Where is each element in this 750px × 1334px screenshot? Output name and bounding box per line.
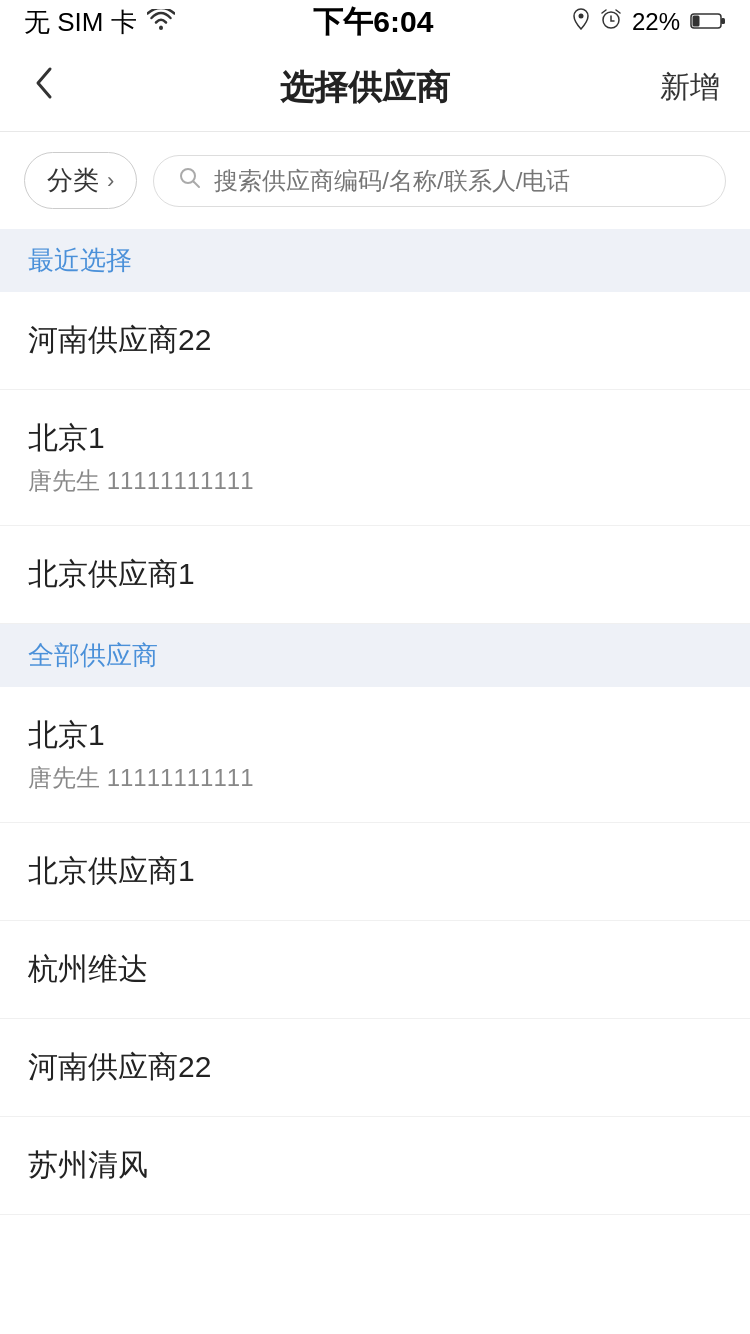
item-name: 北京供应商1 — [28, 554, 722, 595]
item-sub: 唐先生 11111111111 — [28, 465, 722, 497]
list-item[interactable]: 北京1 唐先生 11111111111 — [0, 390, 750, 526]
item-name: 北京1 — [28, 418, 722, 459]
item-name: 杭州维达 — [28, 949, 722, 990]
svg-point-0 — [159, 26, 163, 30]
add-button[interactable]: 新增 — [640, 67, 720, 108]
back-button[interactable] — [30, 61, 90, 114]
recent-list: 河南供应商22 北京1 唐先生 11111111111 北京供应商1 — [0, 292, 750, 624]
svg-rect-5 — [692, 16, 699, 27]
category-label: 分类 — [47, 163, 99, 198]
svg-rect-4 — [721, 18, 725, 24]
category-button[interactable]: 分类 › — [24, 152, 137, 209]
location-icon — [572, 8, 590, 36]
status-left: 无 SIM 卡 — [24, 5, 175, 40]
list-item[interactable]: 河南供应商22 — [0, 1019, 750, 1117]
list-item[interactable]: 北京供应商1 — [0, 526, 750, 624]
list-item[interactable]: 河南供应商22 — [0, 292, 750, 390]
all-section-header: 全部供应商 — [0, 624, 750, 687]
svg-point-1 — [578, 14, 583, 19]
filter-bar: 分类 › — [0, 132, 750, 229]
item-name: 苏州清风 — [28, 1145, 722, 1186]
recent-section-label: 最近选择 — [28, 245, 132, 275]
list-item[interactable]: 北京供应商1 — [0, 823, 750, 921]
all-list: 北京1 唐先生 11111111111 北京供应商1 杭州维达河南供应商22 苏州清风 — [0, 687, 750, 1215]
item-name: 河南供应商22 — [28, 1047, 722, 1088]
nav-bar: 选择供应商 新增 — [0, 44, 750, 132]
item-name: 北京供应商1 — [28, 851, 722, 892]
status-time: 下午6:04 — [313, 2, 433, 43]
wifi-icon — [147, 7, 175, 38]
search-box — [153, 155, 726, 207]
carrier-text: 无 SIM 卡 — [24, 5, 137, 40]
list-item[interactable]: 杭州维达 — [0, 921, 750, 1019]
item-name: 河南供应商22 — [28, 320, 722, 361]
list-item[interactable]: 苏州清风 — [0, 1117, 750, 1215]
alarm-icon — [600, 8, 622, 36]
search-input[interactable] — [214, 167, 701, 195]
recent-section-header: 最近选择 — [0, 229, 750, 292]
item-name: 北京1 — [28, 715, 722, 756]
page-title: 选择供应商 — [280, 65, 450, 111]
battery-icon — [690, 8, 726, 36]
item-sub: 唐先生 11111111111 — [28, 762, 722, 794]
chevron-right-icon: › — [107, 168, 114, 194]
status-bar: 无 SIM 卡 下午6:04 22 — [0, 0, 750, 44]
all-section-label: 全部供应商 — [28, 640, 158, 670]
status-right: 22% — [572, 8, 726, 36]
battery-pct: 22% — [632, 8, 680, 36]
search-icon — [178, 166, 202, 196]
list-item[interactable]: 北京1 唐先生 11111111111 — [0, 687, 750, 823]
